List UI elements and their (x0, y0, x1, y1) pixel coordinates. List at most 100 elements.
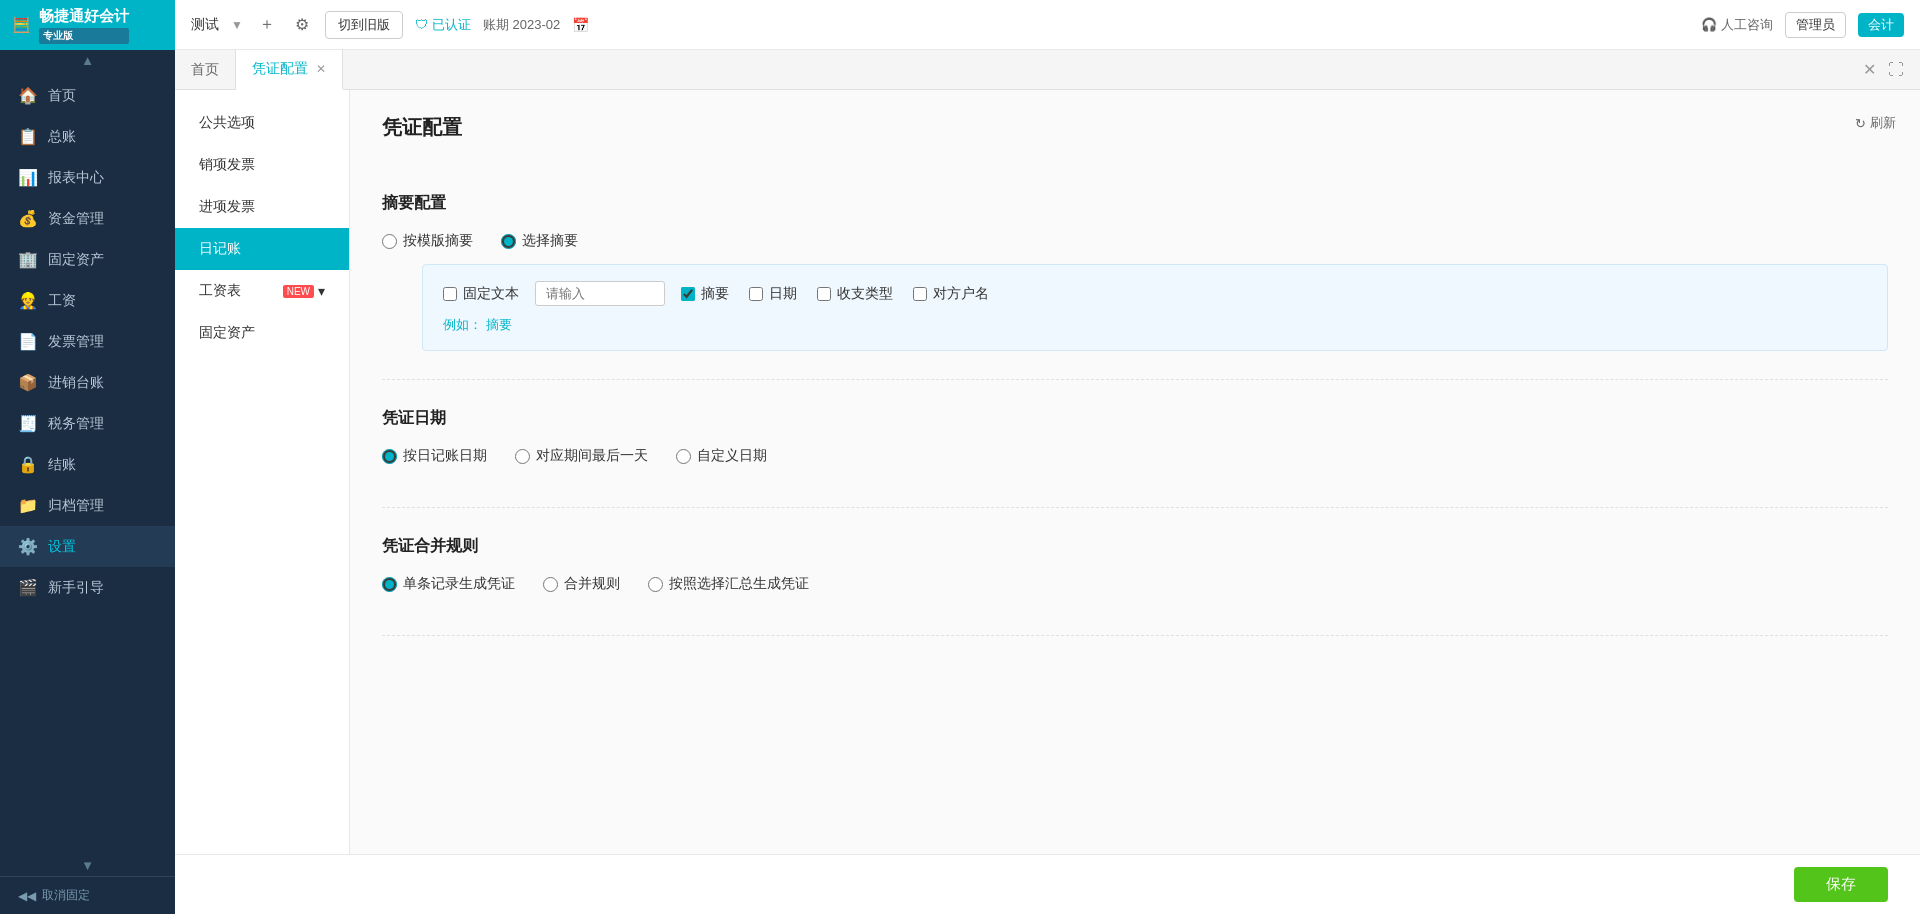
custom-date-label: 自定义日期 (697, 447, 767, 465)
switch-old-version-btn[interactable]: 切到旧版 (325, 11, 403, 39)
summary-checkbox-option[interactable]: 摘要 (681, 285, 729, 303)
select-merge-radio[interactable] (648, 577, 663, 592)
tab-close-btn[interactable]: ✕ (316, 62, 326, 76)
sidebar-item-home[interactable]: 🏠 首页 (0, 75, 175, 116)
journal-date-radio[interactable] (382, 449, 397, 464)
sidebar-item-label: 新手引导 (48, 579, 104, 597)
calendar-icon[interactable]: 📅 (572, 17, 589, 33)
company-dropdown-icon[interactable]: ▼ (231, 18, 243, 32)
sidebar-item-label: 设置 (48, 538, 76, 556)
sidebar-scroll-down[interactable]: ▼ (0, 855, 175, 876)
save-btn[interactable]: 保存 (1794, 867, 1888, 902)
summary-select-radio[interactable] (501, 234, 516, 249)
sidebar-item-label: 首页 (48, 87, 76, 105)
left-nav-sales-invoice[interactable]: 销项发票 (175, 144, 349, 186)
merge-rules-radio[interactable] (543, 577, 558, 592)
select-merge-option[interactable]: 按照选择汇总生成凭证 (648, 575, 809, 593)
refresh-btn[interactable]: ↻ 刷新 (1855, 114, 1896, 132)
maximize-btn[interactable]: ⛶ (1884, 57, 1908, 83)
sidebar-item-ledger[interactable]: 📋 总账 (0, 116, 175, 157)
income-type-checkbox-option[interactable]: 收支类型 (817, 285, 893, 303)
unpin-label: 取消固定 (42, 887, 90, 904)
left-nav-public[interactable]: 公共选项 (175, 102, 349, 144)
merge-radio-group: 单条记录生成凭证 合并规则 按照选择汇总生成凭证 (382, 575, 1888, 593)
period-label: 账期 2023-02 (483, 16, 560, 34)
topbar-right: 🎧 人工咨询 管理员 会计 (1701, 12, 1904, 38)
main-area: 测试 ▼ ＋ ⚙ 切到旧版 🛡 已认证 账期 2023-02 📅 🎧 人工咨询 … (175, 0, 1920, 914)
counterpart-checkbox-option[interactable]: 对方户名 (913, 285, 989, 303)
consult-btn[interactable]: 🎧 人工咨询 (1701, 16, 1773, 34)
settings-icon: ⚙️ (18, 537, 38, 556)
period-last-radio[interactable] (515, 449, 530, 464)
sidebar-item-close[interactable]: 🔒 结账 (0, 444, 175, 485)
left-nav-fixed-assets[interactable]: 固定资产 (175, 312, 349, 354)
summary-radio-group: 按模版摘要 选择摘要 (382, 232, 1888, 250)
right-content: 凭证配置 ↻ 刷新 摘要配置 按模版摘要 选择摘要 (350, 90, 1920, 914)
period-last-option[interactable]: 对应期间最后一天 (515, 447, 648, 465)
tab-home[interactable]: 首页 (175, 50, 236, 90)
report-icon: 📊 (18, 168, 38, 187)
summary-config-section: 摘要配置 按模版摘要 选择摘要 (382, 165, 1888, 380)
sidebar-item-guide[interactable]: 🎬 新手引导 (0, 567, 175, 608)
fixed-text-option[interactable]: 固定文本 (443, 285, 519, 303)
admin-btn[interactable]: 管理员 (1785, 12, 1846, 38)
archive-icon: 📁 (18, 496, 38, 515)
left-nav-fixed-assets-label: 固定资产 (199, 324, 255, 342)
consult-icon: 🎧 (1701, 17, 1717, 32)
sidebar-scroll-up[interactable]: ▲ (0, 50, 175, 71)
summary-checkbox[interactable] (681, 287, 695, 301)
sidebar-item-label: 税务管理 (48, 415, 104, 433)
journal-date-option[interactable]: 按日记账日期 (382, 447, 487, 465)
unpin-icon: ◀◀ (18, 889, 36, 903)
logo-sub: 专业版 (39, 28, 129, 44)
sidebar-item-settings[interactable]: ⚙️ 设置 (0, 526, 175, 567)
tab-voucher-config[interactable]: 凭证配置 ✕ (236, 50, 343, 90)
summary-template-option[interactable]: 按模版摘要 (382, 232, 473, 250)
sidebar-item-assets[interactable]: 🏢 固定资产 (0, 239, 175, 280)
settings-gear-btn[interactable]: ⚙ (291, 11, 313, 38)
sidebar-nav: 🏠 首页 📋 总账 📊 报表中心 💰 资金管理 🏢 固定资产 👷 工资 📄 发票… (0, 71, 175, 855)
example-value: 摘要 (486, 317, 512, 332)
custom-date-option[interactable]: 自定义日期 (676, 447, 767, 465)
date-checkbox[interactable] (749, 287, 763, 301)
tab-voucher-config-label: 凭证配置 (252, 60, 308, 78)
sidebar-item-payroll[interactable]: 👷 工资 (0, 280, 175, 321)
unpin-sidebar-btn[interactable]: ◀◀ 取消固定 (0, 876, 175, 914)
left-nav-payroll-table[interactable]: 工资表 NEW ▾ (175, 270, 349, 312)
left-nav-purchase-invoice[interactable]: 进项发票 (175, 186, 349, 228)
certified-badge: 🛡 已认证 (415, 16, 471, 34)
summary-select-option[interactable]: 选择摘要 (501, 232, 578, 250)
fixed-text-checkbox[interactable] (443, 287, 457, 301)
single-record-label: 单条记录生成凭证 (403, 575, 515, 593)
merge-rules-option[interactable]: 合并规则 (543, 575, 620, 593)
select-merge-label: 按照选择汇总生成凭证 (669, 575, 809, 593)
single-record-option[interactable]: 单条记录生成凭证 (382, 575, 515, 593)
sidebar-item-tax[interactable]: 🧾 税务管理 (0, 403, 175, 444)
period-last-label: 对应期间最后一天 (536, 447, 648, 465)
income-type-checkbox[interactable] (817, 287, 831, 301)
left-nav-purchase-invoice-label: 进项发票 (199, 198, 255, 216)
fixed-text-input[interactable] (535, 281, 665, 306)
summary-checkbox-label: 摘要 (701, 285, 729, 303)
sidebar-item-sales[interactable]: 📦 进销台账 (0, 362, 175, 403)
summary-template-radio[interactable] (382, 234, 397, 249)
add-btn[interactable]: ＋ (255, 10, 279, 39)
custom-date-radio[interactable] (676, 449, 691, 464)
sidebar-item-archive[interactable]: 📁 归档管理 (0, 485, 175, 526)
sidebar-item-report[interactable]: 📊 报表中心 (0, 157, 175, 198)
left-nav-journal[interactable]: 日记账 (175, 228, 349, 270)
date-checkbox-option[interactable]: 日期 (749, 285, 797, 303)
certified-label: 已认证 (432, 16, 471, 34)
content-area: 公共选项 销项发票 进项发票 日记账 工资表 NEW ▾ 固定资产 (175, 90, 1920, 914)
sidebar-item-funds[interactable]: 💰 资金管理 (0, 198, 175, 239)
close-tab-btn[interactable]: ✕ (1859, 56, 1880, 83)
left-nav-sales-invoice-label: 销项发票 (199, 156, 255, 174)
single-record-radio[interactable] (382, 577, 397, 592)
sidebar-item-invoice[interactable]: 📄 发票管理 (0, 321, 175, 362)
summary-template-label: 按模版摘要 (403, 232, 473, 250)
home-icon: 🏠 (18, 86, 38, 105)
summary-sub-panel: 固定文本 摘要 日期 (422, 264, 1888, 351)
new-badge: NEW (283, 285, 314, 298)
counterpart-checkbox[interactable] (913, 287, 927, 301)
sidebar-item-label: 发票管理 (48, 333, 104, 351)
